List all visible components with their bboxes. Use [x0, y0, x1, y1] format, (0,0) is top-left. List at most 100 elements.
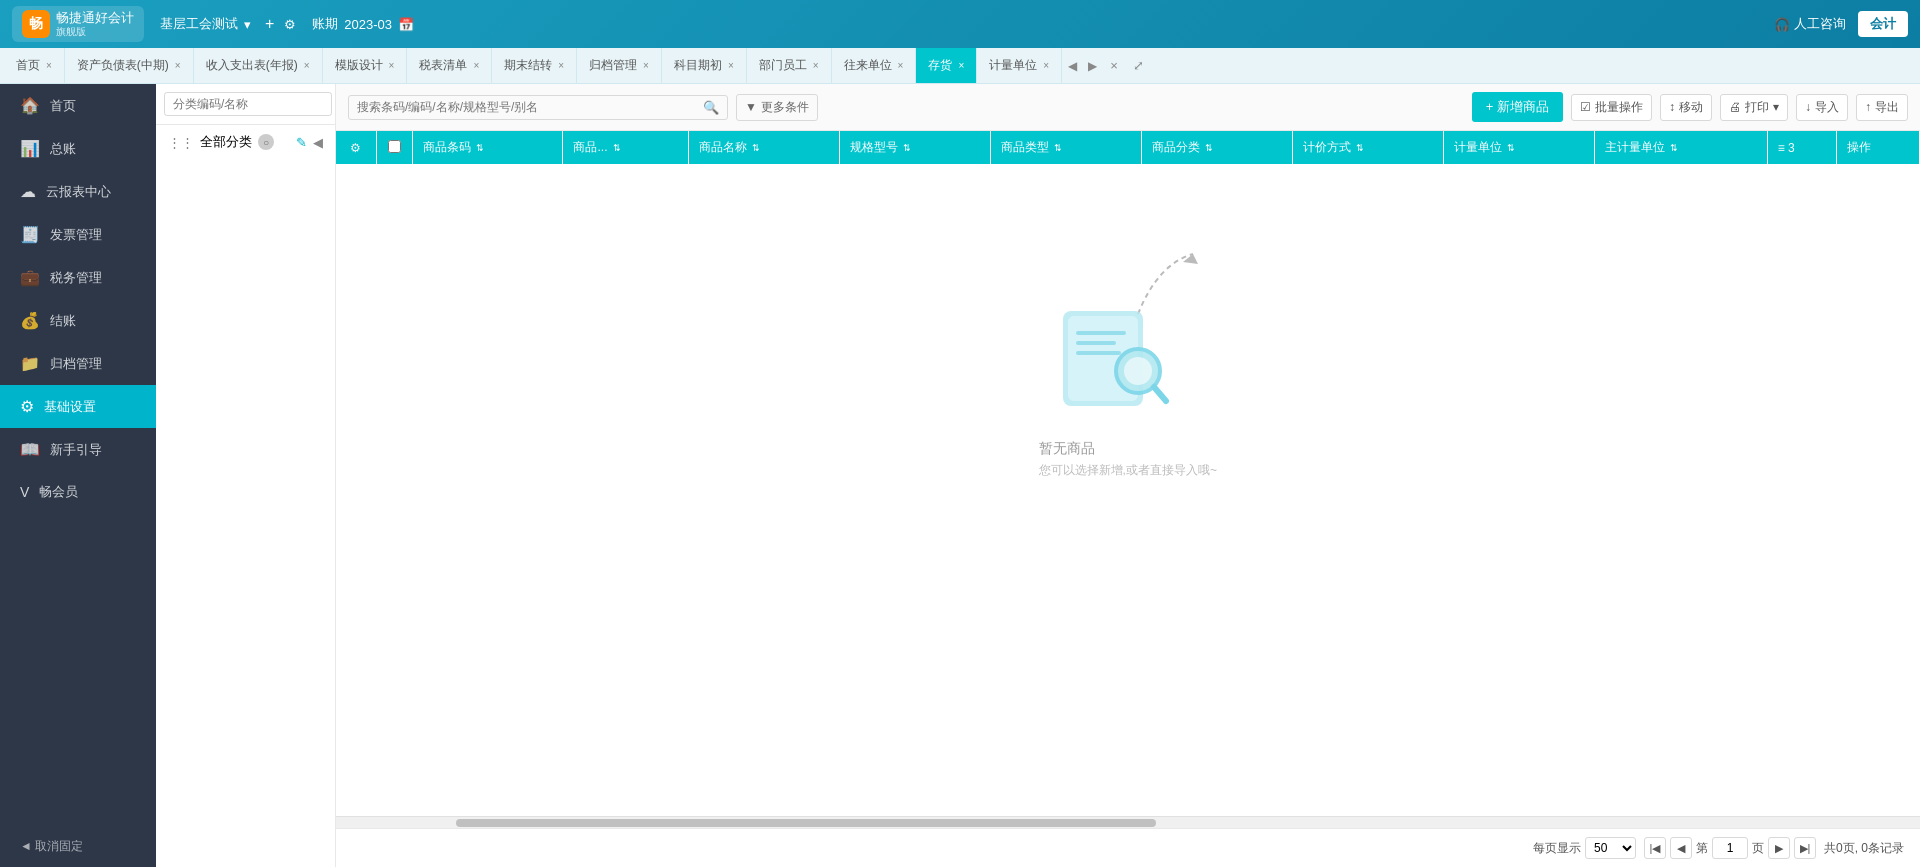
sidebar-item-closing[interactable]: 💰 结账: [0, 299, 156, 342]
col-spec[interactable]: 规格型号 ⇅: [839, 131, 990, 164]
top-bar-actions: 🎧 人工咨询 会计: [1774, 11, 1908, 37]
tab-balance-sheet[interactable]: 资产负债表(中期) ×: [65, 48, 194, 84]
main-layout: 🏠 首页 📊 总账 ☁ 云报表中心 🧾 发票管理 💼 税务管理 💰 结账 📁 归…: [0, 84, 1920, 867]
right-content: 🔍 ▼ 更多条件 + 新增商品 ☑ 批量操作: [336, 84, 1920, 867]
tab-close-icon[interactable]: ×: [643, 60, 649, 71]
page-last-btn[interactable]: ▶|: [1794, 837, 1816, 859]
tab-unit-measure[interactable]: 计量单位 ×: [977, 48, 1062, 84]
add-icon[interactable]: +: [265, 15, 274, 33]
sidebar-unpin-button[interactable]: ◄ 取消固定: [0, 826, 156, 867]
tab-period-closing[interactable]: 期末结转 ×: [492, 48, 577, 84]
svg-rect-3: [1076, 331, 1126, 335]
tab-close-icon[interactable]: ×: [175, 60, 181, 71]
tab-label: 部门员工: [759, 57, 807, 74]
per-page-select[interactable]: 50 100 200: [1585, 837, 1636, 859]
product-search-input[interactable]: [357, 100, 699, 114]
tab-close-icon[interactable]: ×: [898, 60, 904, 71]
sidebar-item-invoice[interactable]: 🧾 发票管理: [0, 213, 156, 256]
col-unit[interactable]: 计量单位 ⇅: [1443, 131, 1594, 164]
sidebar-label: 畅会员: [39, 483, 78, 501]
col-name[interactable]: 商品名称 ⇅: [688, 131, 839, 164]
col-unit-label: 计量单位: [1454, 140, 1502, 154]
company-selector[interactable]: 基层工会测试 ▾ + ⚙: [152, 11, 304, 37]
page-first-btn[interactable]: |◀: [1644, 837, 1666, 859]
col-category[interactable]: 商品分类 ⇅: [1141, 131, 1292, 164]
product-search-bar[interactable]: 🔍: [348, 95, 728, 120]
sidebar-item-guide[interactable]: 📖 新手引导: [0, 428, 156, 471]
tab-template-design[interactable]: 模版设计 ×: [323, 48, 408, 84]
tab-close-icon[interactable]: ×: [389, 60, 395, 71]
tab-income-statement[interactable]: 收入支出表(年报) ×: [194, 48, 323, 84]
tab-close-icon[interactable]: ×: [813, 60, 819, 71]
horizontal-scrollbar[interactable]: [336, 816, 1920, 828]
tab-close-all[interactable]: ×: [1102, 48, 1126, 84]
account-button[interactable]: 会计: [1858, 11, 1908, 37]
category-collapse-icon[interactable]: ◀: [313, 135, 323, 150]
settings-icon[interactable]: ⚙: [284, 17, 296, 32]
category-all-item[interactable]: ⋮⋮ 全部分类 ○ ✎ ◀: [156, 125, 335, 159]
col-type[interactable]: 商品类型 ⇅: [990, 131, 1141, 164]
col-settings[interactable]: ⚙: [336, 131, 376, 164]
more-conditions-button[interactable]: ▼ 更多条件: [736, 94, 818, 121]
tab-inventory[interactable]: 存货 ×: [916, 48, 977, 84]
col-code[interactable]: 商品... ⇅: [563, 131, 688, 164]
sidebar-item-reports[interactable]: ☁ 云报表中心: [0, 170, 156, 213]
tab-close-icon[interactable]: ×: [558, 60, 564, 71]
tab-dept-staff[interactable]: 部门员工 ×: [747, 48, 832, 84]
sidebar-item-archive[interactable]: 📁 归档管理: [0, 342, 156, 385]
category-edit-icon[interactable]: ✎: [296, 135, 307, 150]
tab-archive-management[interactable]: 归档管理 ×: [577, 48, 662, 84]
batch-label: 批量操作: [1595, 99, 1643, 116]
export-button[interactable]: ↑ 导出: [1856, 94, 1908, 121]
sidebar-item-ledger[interactable]: 📊 总账: [0, 127, 156, 170]
tab-close-icon[interactable]: ×: [1043, 60, 1049, 71]
empty-state-row: 暂无商品 您可以选择新增,或者直接导入哦~: [336, 164, 1920, 559]
page-prev-btn[interactable]: ◀: [1670, 837, 1692, 859]
tab-maximize[interactable]: ⤢: [1126, 48, 1150, 84]
scrollbar-thumb[interactable]: [456, 819, 1156, 827]
batch-operation-button[interactable]: ☑ 批量操作: [1571, 94, 1652, 121]
total-records: 共0页, 0条记录: [1824, 840, 1904, 857]
category-search-input[interactable]: [164, 92, 332, 116]
tab-close-icon[interactable]: ×: [46, 60, 52, 71]
tab-close-icon[interactable]: ×: [728, 60, 734, 71]
col-extra[interactable]: ≡ 3: [1767, 131, 1837, 164]
tab-close-icon[interactable]: ×: [473, 60, 479, 71]
more-conditions-label: 更多条件: [761, 99, 809, 116]
tab-close-icon[interactable]: ×: [958, 60, 964, 71]
col-barcode[interactable]: 商品条码 ⇅: [412, 131, 563, 164]
move-button[interactable]: ↕ 移动: [1660, 94, 1712, 121]
col-price-method[interactable]: 计价方式 ⇅: [1292, 131, 1443, 164]
search-icon[interactable]: 🔍: [703, 100, 719, 115]
tab-tax-list[interactable]: 税表清单 ×: [407, 48, 492, 84]
tab-subject-init[interactable]: 科目期初 ×: [662, 48, 747, 84]
tab-nav-next[interactable]: ▶: [1082, 48, 1102, 84]
col-name-label: 商品名称: [699, 140, 747, 154]
tab-contacts[interactable]: 往来单位 ×: [832, 48, 917, 84]
calendar-icon[interactable]: 📅: [398, 17, 414, 32]
svg-line-8: [1154, 387, 1166, 401]
page-number-input[interactable]: [1712, 837, 1748, 859]
col-main-unit[interactable]: 主计量单位 ⇅: [1594, 131, 1767, 164]
add-product-button[interactable]: + 新增商品: [1472, 92, 1563, 122]
col-checkbox[interactable]: [376, 131, 412, 164]
sidebar-item-tax[interactable]: 💼 税务管理: [0, 256, 156, 299]
sidebar-label: 云报表中心: [46, 183, 111, 201]
tab-label: 往来单位: [844, 57, 892, 74]
logo-area[interactable]: 畅 畅捷通好会计 旗舰版: [12, 6, 144, 42]
ledger-icon: 📊: [20, 139, 40, 158]
tab-nav-prev[interactable]: ◀: [1062, 48, 1082, 84]
expand-icon[interactable]: ⋮⋮: [168, 135, 194, 150]
select-all-checkbox[interactable]: [388, 140, 401, 153]
sidebar-item-member[interactable]: V 畅会员: [0, 471, 156, 513]
tab-close-icon[interactable]: ×: [304, 60, 310, 71]
print-label: 打印: [1745, 99, 1769, 116]
print-button[interactable]: 🖨 打印 ▾: [1720, 94, 1788, 121]
tab-homepage[interactable]: 首页 ×: [4, 48, 65, 84]
category-search-box: 🔍: [156, 84, 335, 125]
import-button[interactable]: ↓ 导入: [1796, 94, 1848, 121]
sidebar-item-home[interactable]: 🏠 首页: [0, 84, 156, 127]
sidebar-item-settings[interactable]: ⚙ 基础设置: [0, 385, 156, 428]
page-next-btn[interactable]: ▶: [1768, 837, 1790, 859]
help-button[interactable]: 🎧 人工咨询: [1774, 15, 1846, 33]
